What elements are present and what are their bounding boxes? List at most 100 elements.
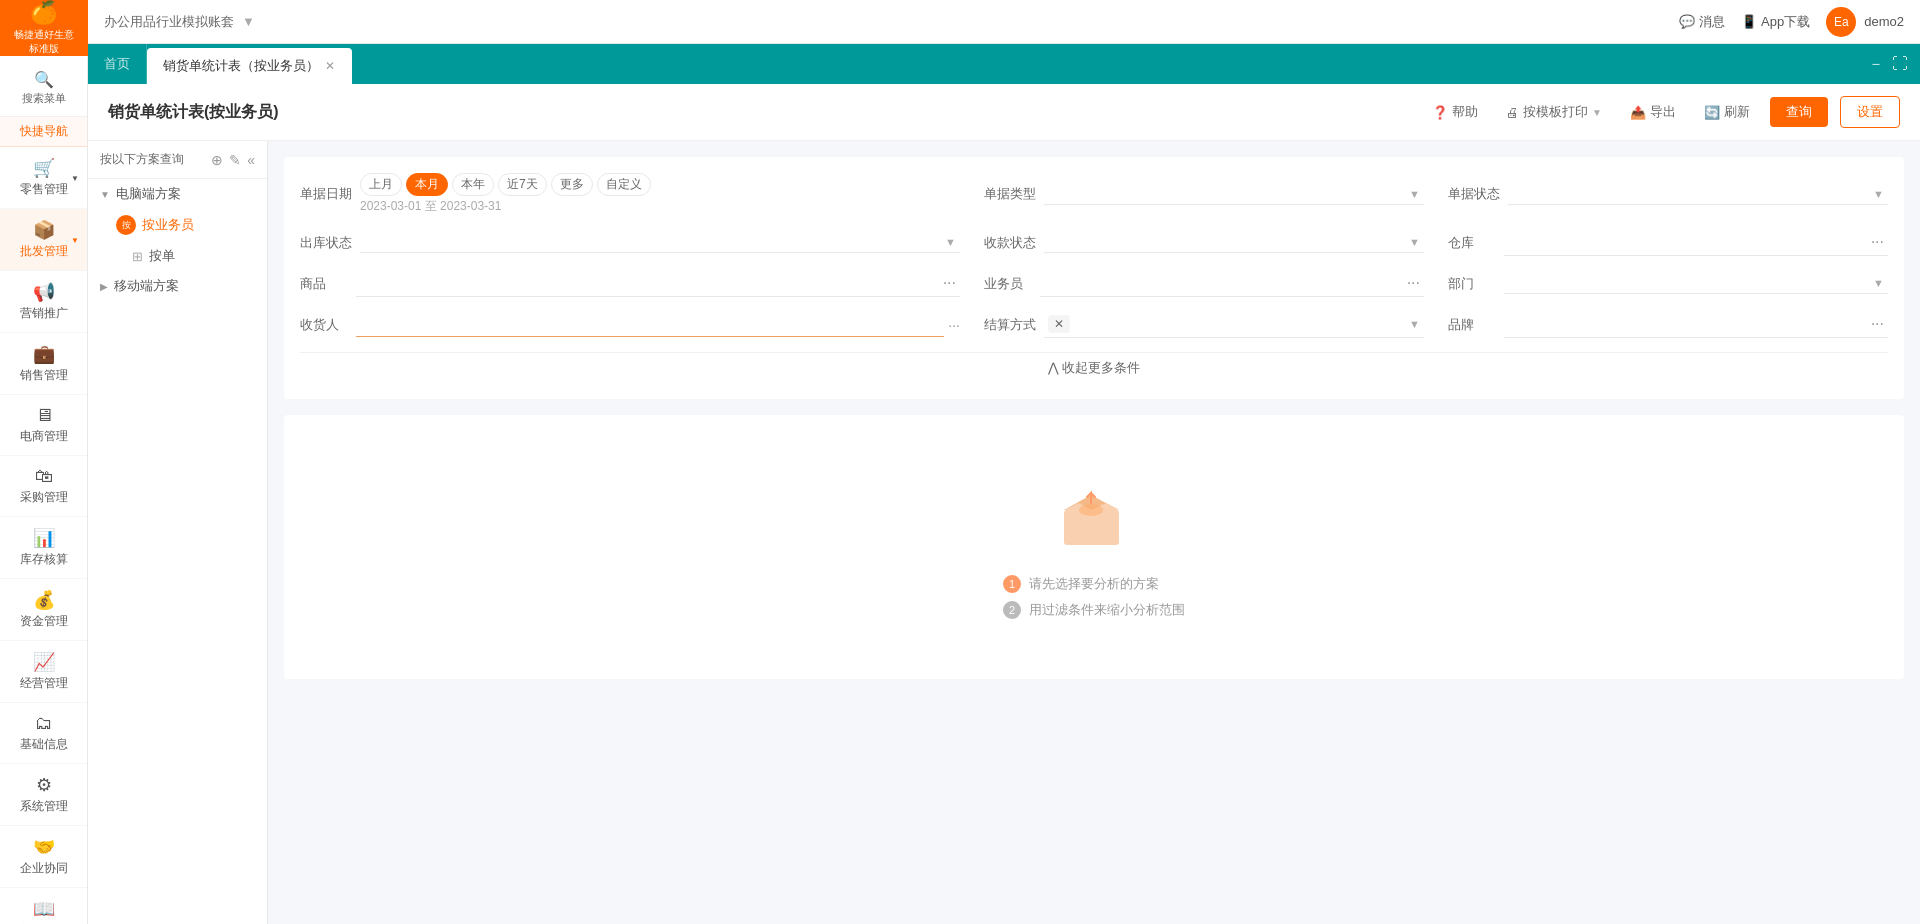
department-label: 部门 — [1448, 275, 1504, 293]
date-custom-btn[interactable]: 自定义 — [597, 173, 651, 196]
collapse-bar[interactable]: ⋀ 收起更多条件 — [300, 352, 1888, 383]
payment-dropdown-icon[interactable]: ▼ — [1409, 318, 1420, 330]
receive-status-select[interactable]: ▼ — [1044, 232, 1424, 253]
query-button[interactable]: 查询 — [1770, 97, 1828, 127]
date-more-btn[interactable]: 更多 — [551, 173, 593, 196]
svg-point-4 — [1079, 504, 1103, 516]
payment-field: 结算方式 ✕ ▼ — [984, 311, 1424, 338]
purchase-label: 采购管理 — [20, 489, 68, 506]
sidebar: 🍊 畅捷通好生意 标准版 🔍 搜索菜单 快捷导航 🛒 零售管理 📦 批发管理 📢… — [0, 0, 88, 924]
sidebar-item-ecommerce[interactable]: 🖥 电商管理 — [0, 395, 87, 456]
sidebar-item-wholesale[interactable]: 📦 批发管理 — [0, 209, 87, 271]
print-button[interactable]: 🖨 按模板打印 ▼ — [1498, 99, 1610, 125]
tab-expand-button[interactable]: － ⛶ — [1856, 54, 1920, 75]
bill-type-select[interactable]: ▼ — [1044, 184, 1424, 205]
ecommerce-icon: 🖥 — [35, 405, 53, 426]
tree-by-order[interactable]: ⊞ 按单 — [88, 241, 267, 271]
goods-input[interactable]: ··· — [356, 270, 960, 297]
edit-scheme-icon[interactable]: ✎ — [229, 152, 241, 168]
filter-form: 单据日期 上月 本月 本年 近7天 更多 自定义 20 — [284, 157, 1904, 399]
sidebar-item-sales[interactable]: 💼 销售管理 — [0, 333, 87, 395]
salesperson-input[interactable]: ··· — [1040, 270, 1424, 297]
date-this-month-btn[interactable]: 本月 — [406, 173, 448, 196]
sidebar-item-retail[interactable]: 🛒 零售管理 — [0, 147, 87, 209]
filter-row-4: 收货人 ··· 结算方式 ✕ ▼ — [300, 311, 1888, 338]
page-header: 销货单统计表(按业务员) ❓ 帮助 🖨 按模板打印 ▼ 📤 导出 🔄 刷新 — [88, 84, 1920, 141]
user-area[interactable]: Ea demo2 — [1826, 7, 1904, 37]
salesperson-scheme-icon: 按 — [116, 215, 136, 235]
tab-sales-stats-label: 销货单统计表（按业务员） — [163, 57, 319, 75]
sidebar-item-finance[interactable]: 💰 资金管理 — [0, 579, 87, 641]
sidebar-item-corp[interactable]: 🤝 企业协同 — [0, 826, 87, 888]
message-icon: 💬 — [1679, 14, 1695, 29]
tree-by-salesperson[interactable]: 按 按业务员 — [88, 209, 267, 241]
retail-icon: 🛒 — [33, 157, 55, 179]
brand-input[interactable]: ··· — [1504, 311, 1888, 338]
wholesale-icon: 📦 — [33, 219, 55, 241]
sales-label: 销售管理 — [20, 367, 68, 384]
sidebar-item-system[interactable]: ⚙ 系统管理 — [0, 764, 87, 826]
collapse-panel-icon[interactable]: « — [247, 152, 255, 168]
bill-type-field: 单据类型 ▼ — [984, 184, 1424, 205]
export-button[interactable]: 📤 导出 — [1622, 99, 1684, 125]
print-label: 按模板打印 — [1523, 103, 1588, 121]
export-label: 导出 — [1650, 103, 1676, 121]
tab-sales-stats[interactable]: 销货单统计表（按业务员） ✕ — [147, 48, 352, 84]
tab-sales-stats-close-icon[interactable]: ✕ — [325, 59, 335, 73]
sidebar-item-marketing[interactable]: 📢 营销推广 — [0, 271, 87, 333]
salesperson-label: 业务员 — [984, 275, 1040, 293]
department-select[interactable]: ▼ — [1504, 273, 1888, 294]
refresh-button[interactable]: 🔄 刷新 — [1696, 99, 1758, 125]
date-7days-btn[interactable]: 近7天 — [498, 173, 547, 196]
date-label: 单据日期 — [300, 185, 360, 203]
avatar-initials: Ea — [1834, 15, 1849, 29]
bill-status-label: 单据状态 — [1448, 185, 1508, 203]
export-icon: 📤 — [1630, 105, 1646, 120]
app-download-icon: 📱 — [1741, 14, 1757, 29]
tree-mobile-scheme[interactable]: ▶ 移动端方案 — [88, 271, 267, 301]
out-status-select[interactable]: ▼ — [360, 232, 960, 253]
breadcrumb-arrow-icon[interactable]: ▼ — [242, 14, 255, 29]
main-area: 办公用品行业模拟账套 ▼ 💬 消息 📱 App下载 Ea demo2 首页 — [88, 0, 1920, 924]
empty-state: 1 请先选择要分析的方案 2 用过滤条件来缩小分析范围 — [284, 415, 1904, 679]
quick-nav-button[interactable]: 快捷导航 — [0, 117, 87, 147]
help-button[interactable]: ❓ 帮助 — [1424, 99, 1486, 125]
avatar[interactable]: Ea — [1826, 7, 1856, 37]
receiver-dots-icon[interactable]: ··· — [948, 317, 960, 333]
sidebar-item-base[interactable]: 🗂 基础信息 — [0, 703, 87, 764]
breadcrumb-area: 办公用品行业模拟账套 ▼ — [104, 13, 255, 31]
search-menu-button[interactable]: 🔍 搜索菜单 — [8, 64, 79, 112]
brand-dots-icon: ··· — [1871, 315, 1884, 333]
sidebar-item-operation[interactable]: 📈 经营管理 — [0, 641, 87, 703]
sidebar-item-purchase[interactable]: 🛍 采购管理 — [0, 456, 87, 517]
by-order-icon: ⊞ — [132, 249, 143, 264]
out-status-dropdown-icon: ▼ — [945, 236, 956, 248]
app-logo[interactable]: 🍊 畅捷通好生意 标准版 — [0, 0, 88, 56]
top-bar-actions: 💬 消息 📱 App下载 Ea demo2 — [1679, 7, 1904, 37]
tip-1-num: 1 — [1003, 575, 1021, 593]
tab-minimize-icon[interactable]: － — [1868, 54, 1884, 75]
tab-maximize-icon[interactable]: ⛶ — [1892, 55, 1908, 73]
left-panel: 按以下方案查询 ⊕ ✎ « ▼ 电脑端方案 按 按业务员 — [88, 141, 268, 924]
warehouse-input[interactable]: ··· — [1504, 229, 1888, 256]
refresh-label: 刷新 — [1724, 103, 1750, 121]
filter-row-1: 单据日期 上月 本月 本年 近7天 更多 自定义 20 — [300, 173, 1888, 215]
date-this-year-btn[interactable]: 本年 — [452, 173, 494, 196]
settings-button[interactable]: 设置 — [1840, 96, 1900, 128]
left-panel-header: 按以下方案查询 ⊕ ✎ « — [88, 141, 267, 179]
warehouse-dots-icon: ··· — [1871, 233, 1884, 251]
payment-tag-close-icon[interactable]: ✕ — [1054, 317, 1064, 331]
app-download-button[interactable]: 📱 App下载 — [1741, 13, 1810, 31]
message-button[interactable]: 💬 消息 — [1679, 13, 1725, 31]
date-last-month-btn[interactable]: 上月 — [360, 173, 402, 196]
sidebar-item-inventory[interactable]: 📊 库存核算 — [0, 517, 87, 579]
add-scheme-icon[interactable]: ⊕ — [211, 152, 223, 168]
out-status-field: 出库状态 ▼ — [300, 232, 960, 253]
sidebar-item-newbie[interactable]: 📖 新手引导 — [0, 888, 87, 924]
marketing-icon: 📢 — [33, 281, 55, 303]
system-icon: ⚙ — [36, 774, 52, 796]
tree-pc-scheme[interactable]: ▼ 电脑端方案 — [88, 179, 267, 209]
tab-home[interactable]: 首页 — [88, 44, 147, 84]
bill-status-select[interactable]: ▼ — [1508, 184, 1888, 205]
receiver-input[interactable] — [356, 313, 944, 337]
